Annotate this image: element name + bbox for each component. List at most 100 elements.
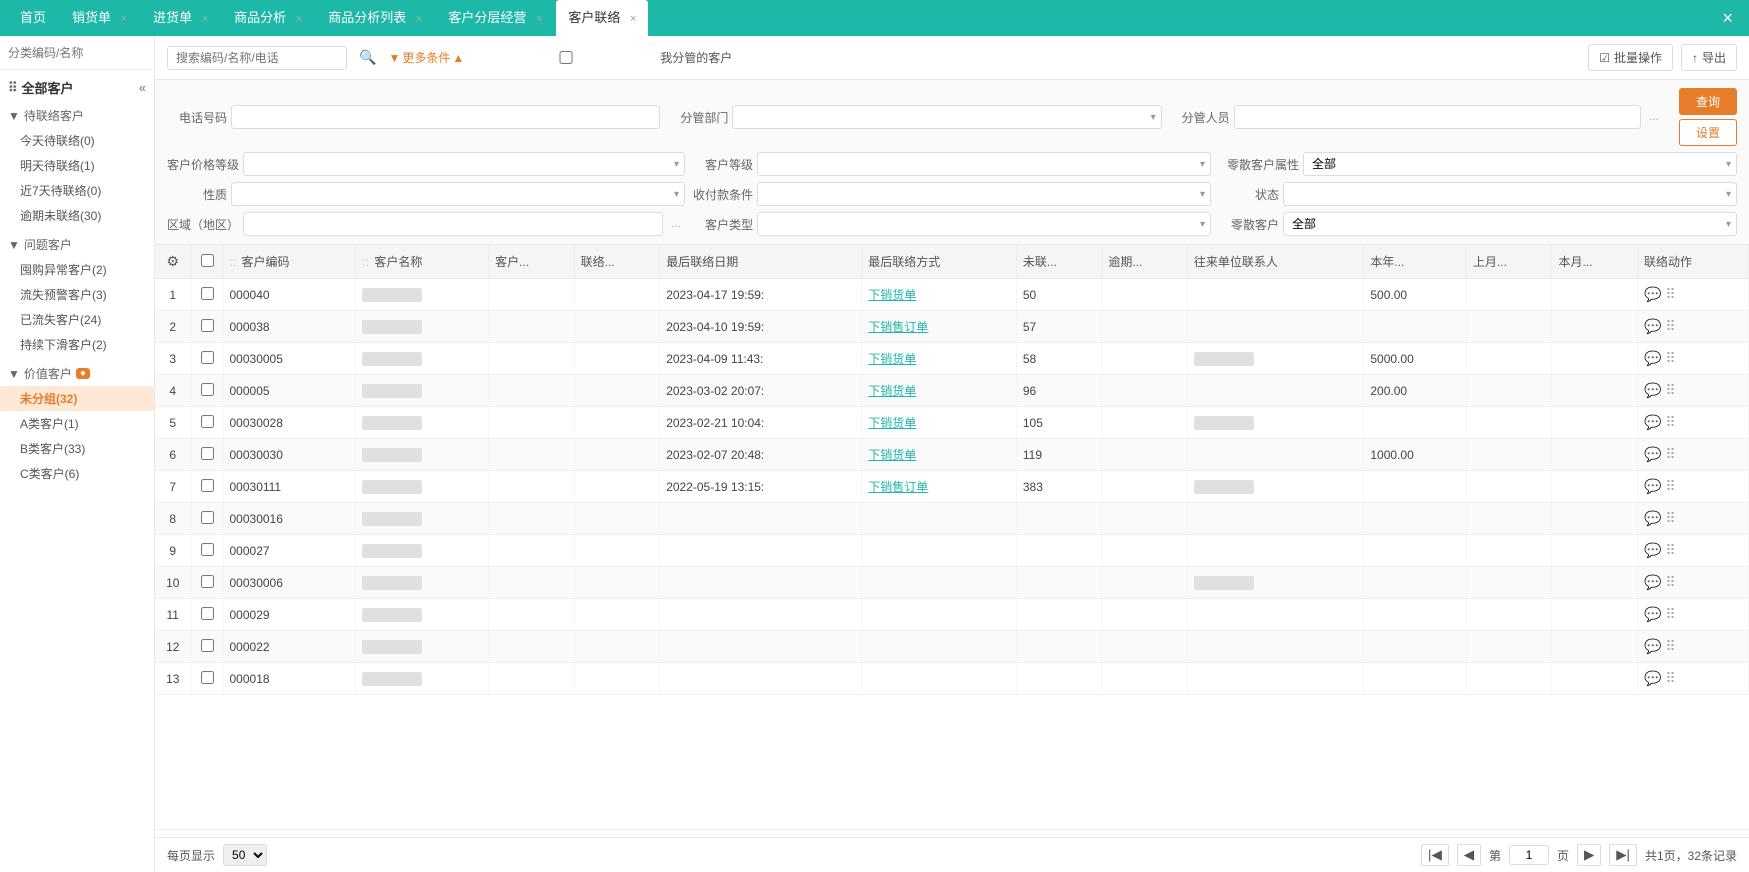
more-action-icon[interactable]: ⠿ — [1665, 414, 1675, 431]
batch-ops-button[interactable]: ☑ 批量操作 — [1588, 44, 1673, 71]
chat-icon[interactable]: 💬 — [1644, 414, 1661, 431]
contact-way-link[interactable]: 下销货单 — [868, 352, 916, 366]
tab-purchase[interactable]: 进货单 × — [141, 0, 220, 36]
chat-icon[interactable]: 💬 — [1644, 318, 1661, 335]
region-more-button[interactable]: … — [667, 219, 685, 230]
more-action-icon[interactable]: ⠿ — [1665, 606, 1675, 623]
close-customer-contact-tab[interactable]: × — [630, 13, 636, 25]
more-action-icon[interactable]: ⠿ — [1665, 574, 1675, 591]
close-analysis-list-tab[interactable]: × — [416, 13, 422, 25]
row-checkbox[interactable] — [201, 351, 214, 364]
chat-icon[interactable]: 💬 — [1644, 478, 1661, 495]
contact-way-link[interactable]: 下销货单 — [868, 288, 916, 302]
region-input[interactable] — [243, 212, 663, 236]
sidebar-item-overdue[interactable]: 逾期未联络(30) — [0, 203, 154, 228]
chat-icon[interactable]: 💬 — [1644, 382, 1661, 399]
retail-customer-select[interactable]: 全部 — [1283, 212, 1737, 236]
row-checkbox[interactable] — [201, 575, 214, 588]
status-select[interactable] — [1283, 182, 1737, 206]
chat-icon[interactable]: 💬 — [1644, 510, 1661, 527]
price-level-select[interactable] — [243, 152, 685, 176]
reset-button[interactable]: 设置 — [1679, 119, 1737, 146]
payment-select[interactable] — [757, 182, 1211, 206]
more-action-icon[interactable]: ⠿ — [1665, 510, 1675, 527]
row-checkbox[interactable] — [201, 319, 214, 332]
settings-icon[interactable]: ⚙ — [166, 253, 179, 269]
more-action-icon[interactable]: ⠿ — [1665, 446, 1675, 463]
contact-way-link[interactable]: 下销售订单 — [868, 480, 928, 494]
sidebar-item-ungrouped[interactable]: 未分组(32) — [0, 386, 154, 411]
more-action-icon[interactable]: ⠿ — [1665, 478, 1675, 495]
section-value-customers-title[interactable]: ▼ 价值客户 ● — [0, 361, 154, 386]
contact-way-link[interactable]: 下销货单 — [868, 416, 916, 430]
sidebar-item-7day-pending[interactable]: 近7天待联络(0) — [0, 178, 154, 203]
more-conditions-button[interactable]: ▼ 更多条件 ▲ — [388, 49, 464, 66]
close-sales-tab[interactable]: × — [121, 13, 127, 25]
phone-input[interactable] — [231, 105, 660, 129]
sidebar-item-class-b[interactable]: B类客户(33) — [0, 436, 154, 461]
tab-customer-contact[interactable]: 客户联络 × — [556, 0, 648, 36]
sidebar-item-class-c[interactable]: C类客户(6) — [0, 461, 154, 486]
row-checkbox[interactable] — [201, 639, 214, 652]
sidebar-item-today-pending[interactable]: 今天待联络(0) — [0, 128, 154, 153]
contact-way-link[interactable]: 下销售订单 — [868, 320, 928, 334]
tab-sales[interactable]: 销货单 × — [60, 0, 139, 36]
my-customers-checkbox[interactable] — [476, 51, 656, 64]
query-button[interactable]: 查询 — [1679, 88, 1737, 115]
per-page-select[interactable]: 50 — [223, 844, 267, 866]
sidebar-item-churned[interactable]: 已流失客户(24) — [0, 307, 154, 332]
nature-select[interactable] — [231, 182, 685, 206]
sidebar-item-churn-warning[interactable]: 流失预警客户(3) — [0, 282, 154, 307]
close-analysis-tab[interactable]: × — [296, 13, 302, 25]
row-checkbox[interactable] — [201, 671, 214, 684]
row-checkbox[interactable] — [201, 479, 214, 492]
row-checkbox[interactable] — [201, 287, 214, 300]
more-action-icon[interactable]: ⠿ — [1665, 638, 1675, 655]
prev-page-button[interactable]: ◀ — [1457, 844, 1481, 866]
select-all-checkbox[interactable] — [201, 254, 214, 267]
sidebar-search-input[interactable] — [8, 46, 155, 60]
more-action-icon[interactable]: ⠿ — [1665, 382, 1675, 399]
window-close-button[interactable]: × — [1714, 8, 1741, 29]
row-checkbox[interactable] — [201, 447, 214, 460]
next-page-button[interactable]: ▶ — [1577, 844, 1601, 866]
contact-way-link[interactable]: 下销货单 — [868, 384, 916, 398]
more-action-icon[interactable]: ⠿ — [1665, 670, 1675, 687]
row-checkbox[interactable] — [201, 511, 214, 524]
section-problem-customers-title[interactable]: ▼ 问题客户 — [0, 232, 154, 257]
row-checkbox[interactable] — [201, 383, 214, 396]
last-page-button[interactable]: ▶| — [1609, 844, 1637, 866]
export-button[interactable]: ↑ 导出 — [1681, 44, 1737, 71]
tab-analysis-list[interactable]: 商品分析列表 × — [316, 0, 434, 36]
row-checkbox[interactable] — [201, 607, 214, 620]
manager-more-button[interactable]: … — [1645, 112, 1663, 123]
row-checkbox[interactable] — [201, 543, 214, 556]
more-action-icon[interactable]: ⠿ — [1665, 318, 1675, 335]
close-customer-tier-tab[interactable]: × — [536, 13, 542, 25]
sidebar-item-tomorrow-pending[interactable]: 明天待联络(1) — [0, 153, 154, 178]
more-action-icon[interactable]: ⠿ — [1665, 542, 1675, 559]
chat-icon[interactable]: 💬 — [1644, 574, 1661, 591]
search-input[interactable] — [167, 46, 347, 70]
my-customers-checkbox-label[interactable]: 我分管的客户 — [476, 49, 732, 66]
more-action-icon[interactable]: ⠿ — [1665, 286, 1675, 303]
tab-customer-tier[interactable]: 客户分层经营 × — [436, 0, 554, 36]
chat-icon[interactable]: 💬 — [1644, 286, 1661, 303]
section-pending-contact-title[interactable]: ▼ 待联络客户 — [0, 103, 154, 128]
row-checkbox[interactable] — [201, 415, 214, 428]
chat-icon[interactable]: 💬 — [1644, 638, 1661, 655]
sidebar-item-declining[interactable]: 持续下滑客户(2) — [0, 332, 154, 357]
chat-icon[interactable]: 💬 — [1644, 670, 1661, 687]
sidebar-item-hoarding-abnormal[interactable]: 囤购异常客户(2) — [0, 257, 154, 282]
first-page-button[interactable]: |◀ — [1421, 844, 1449, 866]
dept-select[interactable] — [732, 105, 1161, 129]
chat-icon[interactable]: 💬 — [1644, 606, 1661, 623]
close-purchase-tab[interactable]: × — [202, 13, 208, 25]
chat-icon[interactable]: 💬 — [1644, 542, 1661, 559]
sidebar-collapse-icon[interactable]: « — [139, 80, 146, 95]
customer-type-select[interactable] — [757, 212, 1211, 236]
search-button[interactable]: 🔍 — [359, 49, 376, 66]
customer-level-select[interactable] — [757, 152, 1211, 176]
contact-way-link[interactable]: 下销货单 — [868, 448, 916, 462]
manager-input[interactable] — [1234, 105, 1641, 129]
